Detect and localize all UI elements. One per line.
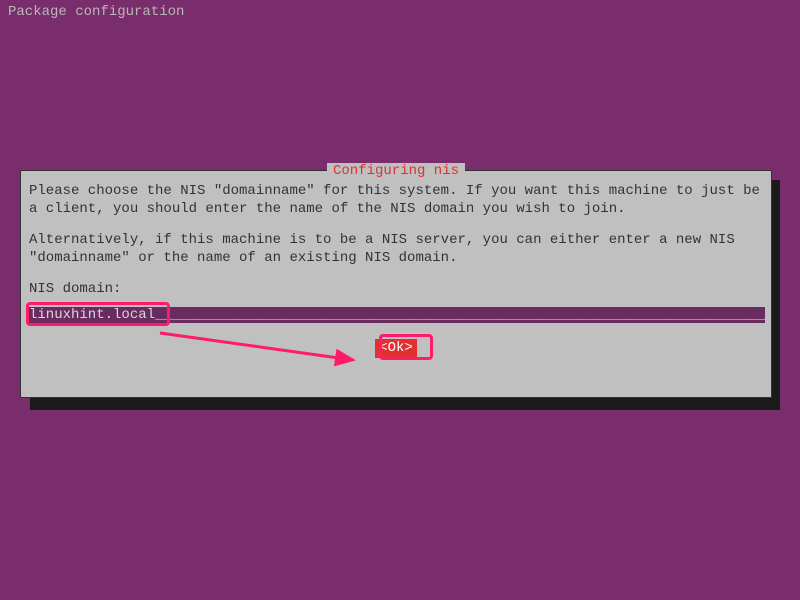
page-header: Package configuration: [0, 0, 800, 24]
nis-domain-value: linuxhint.local: [29, 307, 155, 323]
dialog-body: Please choose the NIS "domainname" for t…: [21, 171, 771, 366]
nis-domain-input[interactable]: linuxhint.local_________________________…: [29, 307, 765, 323]
dialog-paragraph-2: Alternatively, if this machine is to be …: [29, 232, 763, 267]
nis-domain-label: NIS domain:: [29, 281, 763, 299]
dialog-title: Configuring nis: [327, 163, 465, 179]
config-dialog: Configuring nis Please choose the NIS "d…: [20, 170, 772, 398]
ok-button[interactable]: <Ok>: [375, 339, 417, 359]
page-title: Package configuration: [8, 4, 184, 20]
input-fill: ________________________________________…: [155, 307, 765, 323]
dialog-paragraph-1: Please choose the NIS "domainname" for t…: [29, 183, 763, 218]
